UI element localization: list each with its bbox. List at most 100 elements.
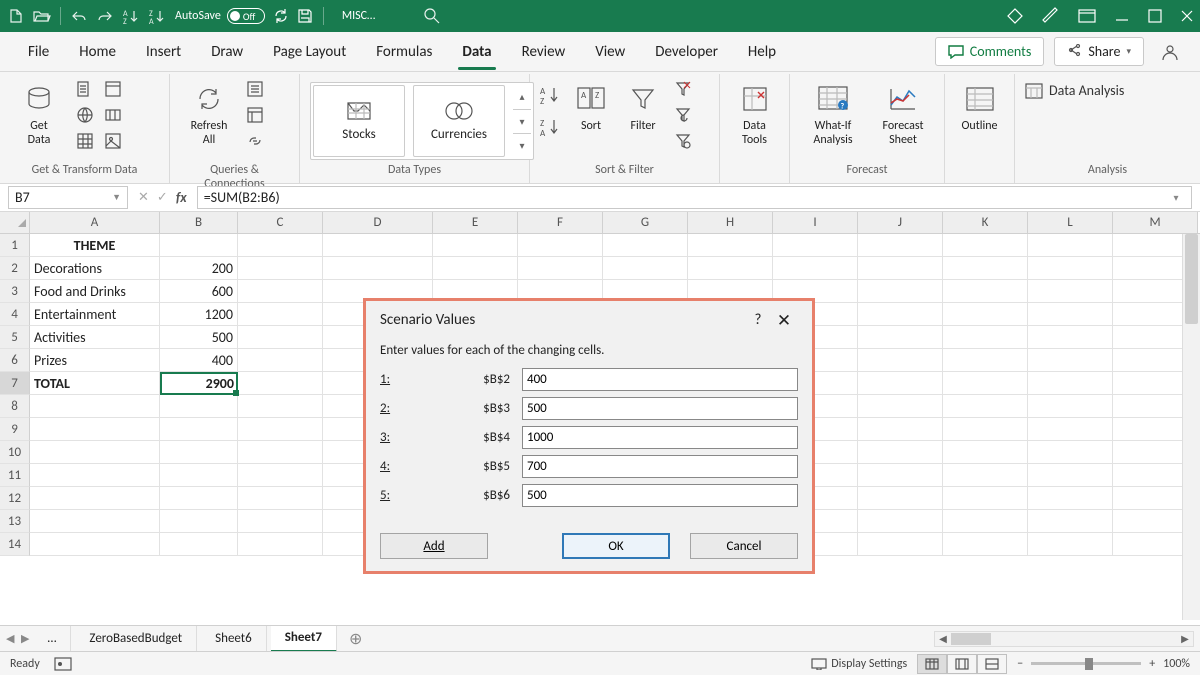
- normal-view-icon[interactable]: [917, 654, 947, 674]
- save-icon[interactable]: [297, 8, 313, 24]
- sort-button[interactable]: AZ Sort: [568, 78, 614, 133]
- zoom-slider[interactable]: [1031, 662, 1141, 665]
- sort-asc-icon[interactable]: AZ: [121, 6, 141, 26]
- sheet-tab[interactable]: Sheet7: [271, 626, 337, 652]
- stocks-button[interactable]: Stocks: [313, 85, 405, 157]
- scenario-input-2[interactable]: [522, 397, 798, 420]
- tab-draw[interactable]: Draw: [197, 32, 257, 72]
- col-header[interactable]: H: [688, 212, 773, 233]
- col-header[interactable]: C: [238, 212, 323, 233]
- diamond-icon[interactable]: [1006, 7, 1024, 25]
- col-header[interactable]: J: [858, 212, 943, 233]
- tab-file[interactable]: File: [14, 32, 63, 72]
- data-tools-button[interactable]: Data Tools: [730, 78, 779, 147]
- tab-developer[interactable]: Developer: [641, 32, 732, 72]
- col-header[interactable]: L: [1028, 212, 1113, 233]
- fx-icon[interactable]: fx: [176, 189, 187, 206]
- dt-prev-icon[interactable]: ▴: [513, 85, 531, 109]
- row-header[interactable]: 1: [0, 234, 30, 257]
- get-data-button[interactable]: Get Data: [10, 78, 68, 147]
- cell[interactable]: THEME: [30, 234, 160, 257]
- autosave[interactable]: AutoSave Off: [175, 8, 265, 24]
- filter-button[interactable]: Filter: [620, 78, 666, 133]
- scenario-input-1[interactable]: [522, 368, 798, 391]
- from-table-icon[interactable]: [74, 130, 96, 152]
- col-header[interactable]: B: [160, 212, 238, 233]
- dialog-close-icon[interactable]: ✕: [770, 310, 798, 331]
- select-all-corner[interactable]: [0, 212, 30, 233]
- properties-icon[interactable]: [244, 104, 266, 126]
- enter-formula-icon[interactable]: ✓: [157, 190, 168, 205]
- redo-icon[interactable]: [95, 6, 115, 26]
- from-picture-icon[interactable]: [102, 130, 124, 152]
- col-header[interactable]: A: [30, 212, 160, 233]
- tab-help[interactable]: Help: [734, 32, 790, 72]
- cancel-button[interactable]: Cancel: [690, 533, 798, 559]
- sheet-tab[interactable]: Sheet6: [201, 626, 267, 652]
- selected-cell[interactable]: 2900: [160, 372, 238, 395]
- col-header[interactable]: K: [943, 212, 1028, 233]
- cancel-formula-icon[interactable]: ✕: [138, 190, 149, 205]
- sort-az-icon[interactable]: AZ: [540, 84, 562, 106]
- sort-desc-icon[interactable]: ZA: [147, 6, 167, 26]
- page-break-view-icon[interactable]: [977, 654, 1007, 674]
- tab-view[interactable]: View: [581, 32, 639, 72]
- add-button[interactable]: Add: [380, 533, 488, 559]
- tab-formulas[interactable]: Formulas: [362, 32, 446, 72]
- refresh-all-button[interactable]: Refresh All: [180, 78, 238, 147]
- undo-icon[interactable]: [69, 6, 89, 26]
- autosave-toggle[interactable]: Off: [227, 8, 265, 24]
- new-sheet-icon[interactable]: ⊕: [341, 626, 370, 652]
- advanced-filter-icon[interactable]: [672, 130, 694, 152]
- queries-icon[interactable]: [244, 78, 266, 100]
- sheet-tab-ellipsis[interactable]: …: [33, 626, 71, 652]
- scenario-input-4[interactable]: [522, 455, 798, 478]
- zoom-out-icon[interactable]: −: [1017, 657, 1023, 671]
- maximize-icon[interactable]: [1148, 9, 1162, 23]
- col-header[interactable]: E: [433, 212, 518, 233]
- outline-button[interactable]: Outline: [955, 78, 1004, 133]
- macro-record-icon[interactable]: [54, 657, 72, 671]
- dt-more-icon[interactable]: ▾: [513, 133, 531, 157]
- formula-input[interactable]: =SUM(B2:B6) ▾: [197, 186, 1192, 209]
- sheet-tab[interactable]: ZeroBasedBudget: [75, 626, 197, 652]
- expand-formula-icon[interactable]: ▾: [1167, 191, 1185, 204]
- comments-button[interactable]: Comments: [935, 37, 1045, 66]
- minimize-icon[interactable]: [1114, 8, 1130, 24]
- col-header[interactable]: D: [323, 212, 433, 233]
- sheet-next-icon[interactable]: ▶: [21, 632, 29, 645]
- col-header[interactable]: M: [1113, 212, 1198, 233]
- col-header[interactable]: I: [773, 212, 858, 233]
- sort-za-icon[interactable]: ZA: [540, 116, 562, 138]
- tab-data[interactable]: Data: [448, 32, 505, 72]
- vertical-scrollbar[interactable]: [1182, 234, 1200, 620]
- horizontal-scrollbar[interactable]: ◀▶: [934, 631, 1194, 647]
- from-web-icon[interactable]: [74, 104, 96, 126]
- zoom-in-icon[interactable]: +: [1149, 657, 1155, 671]
- scenario-input-3[interactable]: [522, 426, 798, 449]
- tab-page-layout[interactable]: Page Layout: [259, 32, 360, 72]
- new-file-icon[interactable]: [6, 6, 26, 26]
- what-if-button[interactable]: ? What-If Analysis: [800, 78, 866, 147]
- dt-next-icon[interactable]: ▾: [513, 109, 531, 133]
- from-text-icon[interactable]: [74, 78, 96, 100]
- tab-insert[interactable]: Insert: [132, 32, 195, 72]
- scenario-input-5[interactable]: [522, 484, 798, 507]
- edit-links-icon[interactable]: [244, 130, 266, 152]
- col-header[interactable]: F: [518, 212, 603, 233]
- zoom-level[interactable]: 100%: [1163, 657, 1190, 671]
- page-layout-view-icon[interactable]: [947, 654, 977, 674]
- existing-conn-icon[interactable]: [102, 104, 124, 126]
- display-settings-button[interactable]: Display Settings: [811, 657, 907, 671]
- currencies-button[interactable]: Currencies: [413, 85, 505, 157]
- data-analysis-button[interactable]: Data Analysis: [1025, 82, 1124, 99]
- open-icon[interactable]: [32, 6, 52, 26]
- close-icon[interactable]: [1180, 9, 1194, 23]
- forecast-sheet-button[interactable]: Forecast Sheet: [872, 78, 934, 147]
- ribbon-mode-icon[interactable]: [1078, 9, 1096, 23]
- tab-home[interactable]: Home: [65, 32, 130, 72]
- share-button[interactable]: Share ▾: [1054, 37, 1144, 66]
- sheet-prev-icon[interactable]: ◀: [6, 632, 14, 645]
- name-box[interactable]: B7▼: [8, 186, 128, 209]
- recent-sources-icon[interactable]: [102, 78, 124, 100]
